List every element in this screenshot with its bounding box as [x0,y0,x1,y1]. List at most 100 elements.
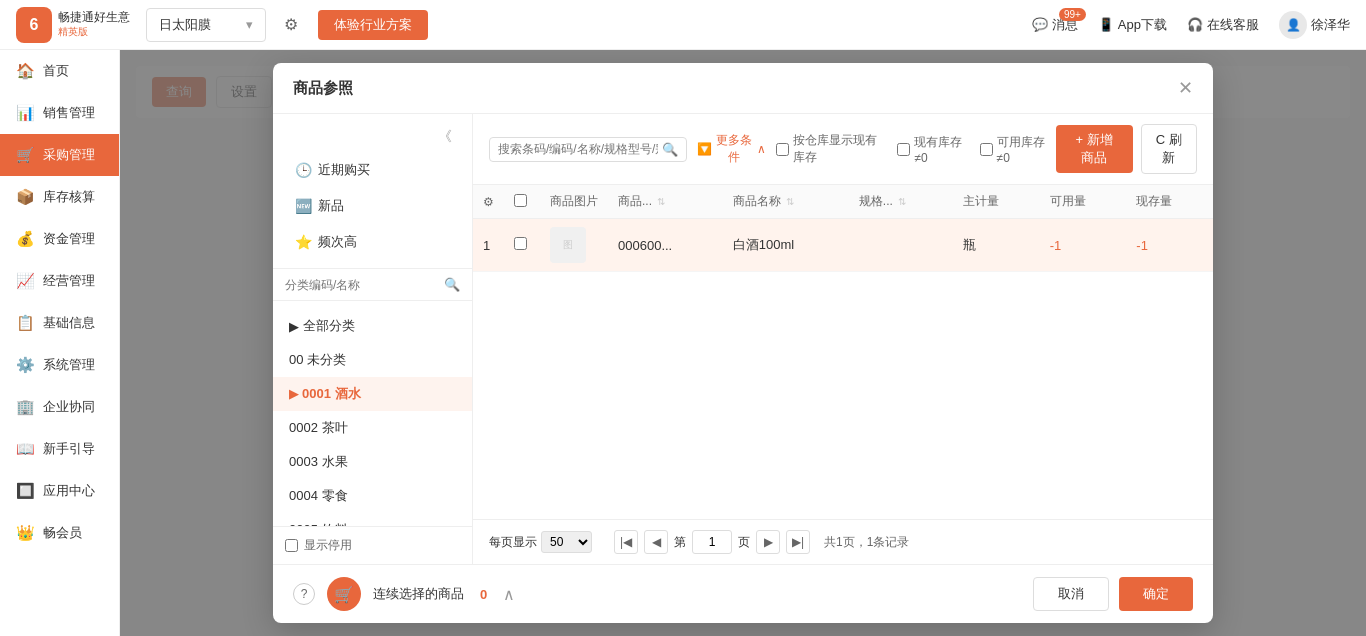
message-btn[interactable]: 💬 消息 99+ [1032,16,1078,34]
next-page-button[interactable]: ▶ [756,530,780,554]
modal-close-button[interactable]: ✕ [1178,77,1193,99]
category-search-input[interactable] [285,278,438,292]
sidebar: 🏠 首页 📊 销售管理 🛒 采购管理 📦 库存核算 💰 资金管理 📈 经营管理 … [0,50,120,636]
first-page-button[interactable]: |◀ [614,530,638,554]
th-spec[interactable]: 规格... ⇅ [849,185,953,219]
th-img: 商品图片 [540,185,608,219]
check-by-warehouse[interactable]: 按仓库显示现有库存 [776,132,882,166]
check-stock-input[interactable] [897,143,910,156]
purchase-icon: 🛒 [16,146,35,164]
row-code: 000600... [608,219,723,272]
sidebar-item-inventory[interactable]: 📦 库存核算 [0,176,119,218]
finance-icon: 💰 [16,230,35,248]
exp-btn[interactable]: 体验行业方案 [318,10,428,40]
apps-icon: 🔲 [16,482,35,500]
product-image: 图 [550,227,586,263]
sidebar-item-guide[interactable]: 📖 新手引导 [0,428,119,470]
search-icon[interactable]: 🔍 [662,142,678,157]
refresh-button[interactable]: C 刷新 [1141,124,1197,174]
check-avail-input[interactable] [980,143,993,156]
per-page: 每页显示 102050100 [489,531,592,553]
sidebar-item-finance[interactable]: 💰 资金管理 [0,218,119,260]
logo-icon: 6 [16,7,52,43]
inventory-icon: 📦 [16,188,35,206]
last-page-button[interactable]: ▶| [786,530,810,554]
confirm-button[interactable]: 确定 [1119,577,1193,611]
category-search-icon[interactable]: 🔍 [444,277,460,292]
cat-all[interactable]: ▶ 全部分类 [273,309,472,343]
app-download-btn[interactable]: 📱 App下载 [1098,16,1167,34]
check-stock-nonzero[interactable]: 现有库存≠0 [897,134,963,165]
sidebar-item-basic[interactable]: 📋 基础信息 [0,302,119,344]
show-disabled-checkbox[interactable] [285,539,298,552]
check-avail-nonzero[interactable]: 可用库存≠0 [980,134,1046,165]
sort-code-icon: ⇅ [657,196,665,207]
message-icon: 💬 [1032,17,1048,32]
prev-page-button[interactable]: ◀ [644,530,668,554]
sidebar-item-home[interactable]: 🏠 首页 [0,50,119,92]
sidebar-item-apps[interactable]: 🔲 应用中心 [0,470,119,512]
product-search-input[interactable] [498,142,658,156]
basic-icon: 📋 [16,314,35,332]
row-img: 图 [540,219,608,272]
cart-button[interactable]: 🛒 [327,577,361,611]
th-code[interactable]: 商品... ⇅ [608,185,723,219]
product-search-box: 🔍 [489,137,687,162]
th-unit[interactable]: 主计量 [953,185,1040,219]
sidebar-item-enterprise[interactable]: 🏢 企业协同 [0,386,119,428]
filter-button[interactable]: 🔽 更多条件 ∧ [697,132,766,166]
per-page-select[interactable]: 102050100 [541,531,592,553]
chevron-up-icon: ∧ [757,142,766,156]
phone-icon: 📱 [1098,17,1114,32]
cat-0004[interactable]: 0004 零食 [273,479,472,513]
cat-0005[interactable]: 0005 饮料 [273,513,472,526]
th-avail[interactable]: 可用量 [1040,185,1127,219]
content-area: 查询 设置 刷新 商品参照 ✕ 《 [120,50,1366,636]
selected-count: 0 [480,587,487,602]
product-table: ⚙ 商品图片 商品... [473,185,1213,272]
table-row[interactable]: 1 图 000600... 白酒100ml 瓶 -1 -1 [473,219,1213,272]
left-panel-tabs: 《 🕒 近期购买 🆕 新品 ⭐ [273,114,472,269]
sidebar-item-sales[interactable]: 📊 销售管理 [0,92,119,134]
cat-0003[interactable]: 0003 水果 [273,445,472,479]
page-number-input[interactable] [692,530,732,554]
settings-button[interactable]: ⚙ [274,8,308,42]
modal-footer: ? 🛒 连续选择的商品 0 ∧ 取消 确定 [273,564,1213,623]
tab-new[interactable]: 🆕 新品 [285,190,460,222]
sidebar-item-member[interactable]: 👑 畅会员 [0,512,119,554]
select-all-checkbox[interactable] [514,194,527,207]
cat-00[interactable]: 00 未分类 [273,343,472,377]
row-spec [849,219,953,272]
system-icon: ⚙️ [16,356,35,374]
sidebar-item-operations[interactable]: 📈 经营管理 [0,260,119,302]
tab-frequent[interactable]: ⭐ 频次高 [285,226,460,258]
cat-0001[interactable]: ▶ 0001 酒水 [273,377,472,411]
th-name[interactable]: 商品名称 ⇅ [723,185,849,219]
product-table-wrapper: ⚙ 商品图片 商品... [473,185,1213,519]
user-avatar[interactable]: 👤 徐泽华 [1279,11,1350,39]
service-btn[interactable]: 🎧 在线客服 [1187,16,1259,34]
org-selector[interactable]: 日太阳膜 ▾ [146,8,266,42]
modal-header: 商品参照 ✕ [273,63,1213,114]
logo-text: 畅捷通好生意 [58,10,130,26]
message-badge: 99+ [1059,8,1086,21]
check-warehouse-input[interactable] [776,143,789,156]
footer-collapse-button[interactable]: ∧ [503,585,515,604]
enterprise-icon: 🏢 [16,398,35,416]
th-settings[interactable]: ⚙ [473,185,504,219]
tab-recent[interactable]: 🕒 近期购买 [285,154,460,186]
sidebar-item-system[interactable]: ⚙️ 系统管理 [0,344,119,386]
help-icon[interactable]: ? [293,583,315,605]
cat-0002[interactable]: 0002 茶叶 [273,411,472,445]
footer-actions: 取消 确定 [1033,577,1193,611]
add-product-button[interactable]: + 新增商品 [1056,125,1133,173]
new-icon: 🆕 [295,198,312,214]
row-check[interactable] [504,219,540,272]
th-stock[interactable]: 现存量 [1126,185,1213,219]
pagination: 每页显示 102050100 |◀ ◀ 第 页 ▶ ▶| 共1页，1条记录 [473,519,1213,564]
sidebar-item-purchase[interactable]: 🛒 采购管理 [0,134,119,176]
category-list: ▶ 全部分类 00 未分类 ▶ 0001 酒水 0002 茶 [273,301,472,526]
toolbar-right: + 新增商品 C 刷新 [1056,124,1197,174]
cancel-button[interactable]: 取消 [1033,577,1109,611]
collapse-panel-button[interactable]: 《 [430,124,460,150]
